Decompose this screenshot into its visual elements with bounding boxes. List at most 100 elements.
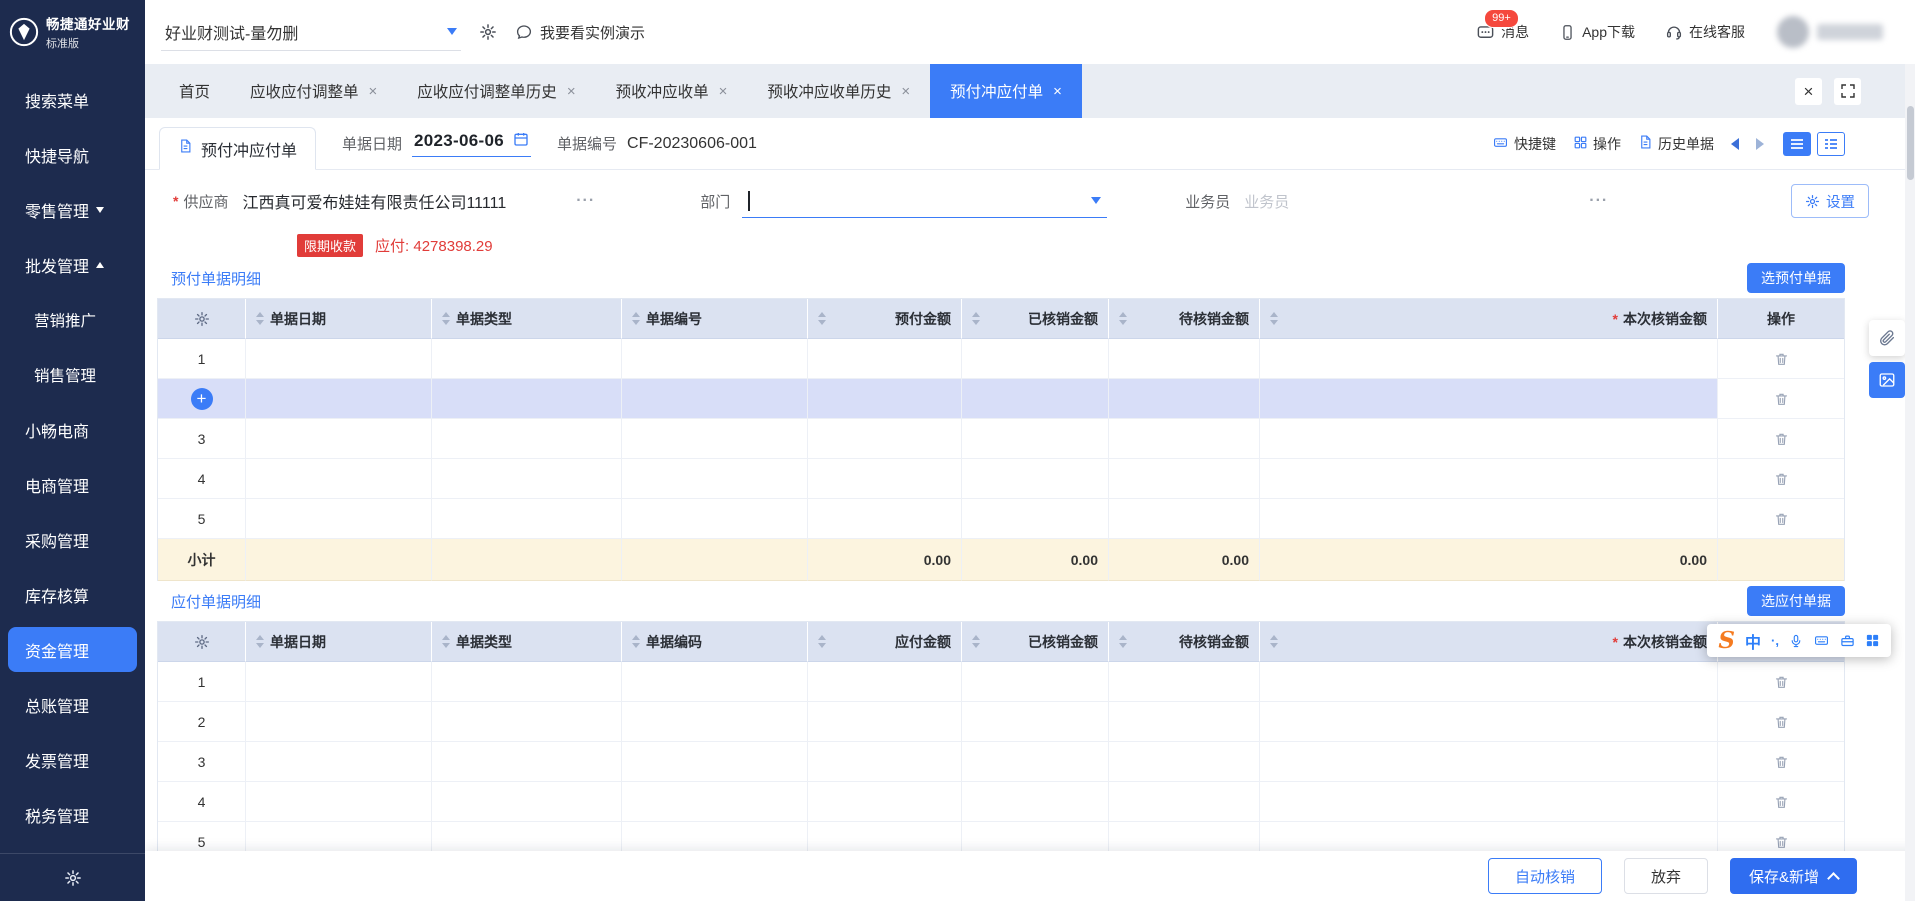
empty-cell[interactable]	[432, 379, 622, 419]
operations-button[interactable]: 操作	[1573, 134, 1621, 154]
messages-button[interactable]: 99+ 消息	[1476, 9, 1529, 42]
sort-icon[interactable]	[256, 635, 264, 648]
department-input[interactable]	[742, 184, 1108, 218]
tab-0[interactable]: 首页	[159, 64, 230, 118]
tab-3[interactable]: 预收冲应收单 ×	[596, 64, 748, 118]
settings-button[interactable]: 设置	[1791, 184, 1869, 218]
empty-cell[interactable]	[246, 459, 432, 499]
empty-cell[interactable]	[432, 782, 622, 822]
sort-icon[interactable]	[632, 312, 640, 325]
empty-cell[interactable]	[962, 419, 1109, 459]
tab-1[interactable]: 应收应付调整单 ×	[230, 64, 397, 118]
ime-toolbox-icon[interactable]	[1840, 633, 1855, 648]
empty-cell[interactable]	[1109, 379, 1260, 419]
sogou-logo-icon[interactable]: S	[1718, 629, 1735, 652]
empty-cell[interactable]	[1109, 782, 1260, 822]
sidebar-item-13[interactable]: 税务管理	[0, 787, 145, 842]
image-attachment-button[interactable]	[1869, 362, 1905, 398]
empty-cell[interactable]	[432, 662, 622, 702]
tab-5[interactable]: 预付冲应付单 ×	[930, 64, 1082, 118]
sidebar-item-4[interactable]: 营销推广	[0, 292, 145, 347]
auto-writeoff-button[interactable]: 自动核销	[1487, 858, 1602, 894]
salesman-input[interactable]: 业务员	[1244, 191, 1289, 212]
empty-cell[interactable]	[622, 419, 808, 459]
sidebar-item-8[interactable]: 采购管理	[0, 512, 145, 567]
vertical-scrollbar[interactable]	[1905, 64, 1915, 901]
empty-cell[interactable]	[1260, 662, 1718, 702]
sort-icon[interactable]	[1270, 312, 1278, 325]
department-chevron-down-icon[interactable]	[1091, 197, 1102, 204]
column-header[interactable]: 已核销金额	[962, 299, 1109, 339]
column-settings-gear-icon[interactable]	[158, 299, 246, 339]
column-header[interactable]: 单据编码	[622, 622, 808, 662]
empty-cell[interactable]	[808, 742, 962, 782]
empty-cell[interactable]	[808, 702, 962, 742]
delete-row-icon[interactable]	[1774, 431, 1789, 447]
empty-cell[interactable]	[246, 742, 432, 782]
delete-row-icon[interactable]	[1774, 754, 1789, 770]
sort-icon[interactable]	[632, 635, 640, 648]
tab-close-icon[interactable]: ×	[567, 84, 576, 99]
ime-toolbar[interactable]: S 中 ·,	[1707, 624, 1891, 657]
empty-cell[interactable]	[962, 662, 1109, 702]
empty-cell[interactable]	[1109, 742, 1260, 782]
empty-cell[interactable]	[1109, 459, 1260, 499]
column-header[interactable]: 单据类型	[432, 622, 622, 662]
sidebar-item-6[interactable]: 小畅电商	[0, 402, 145, 457]
ime-keyboard-icon[interactable]	[1813, 633, 1830, 648]
demo-link[interactable]: 我要看实例演示	[515, 22, 645, 43]
empty-cell[interactable]	[962, 782, 1109, 822]
empty-cell[interactable]	[246, 702, 432, 742]
supplier-more-icon[interactable]: ···	[576, 193, 595, 209]
sort-icon[interactable]	[442, 635, 450, 648]
empty-cell[interactable]	[1260, 419, 1718, 459]
shortcut-keys-button[interactable]: 快捷键	[1492, 134, 1556, 154]
discard-button[interactable]: 放弃	[1623, 858, 1708, 894]
sidebar-item-3[interactable]: 批发管理	[0, 237, 145, 292]
empty-cell[interactable]	[1109, 702, 1260, 742]
supplier-value[interactable]: 江西真可爱布娃娃有限责任公司11111	[242, 189, 506, 213]
select-prepay-docs-button[interactable]: 选预付单据	[1747, 263, 1845, 293]
empty-cell[interactable]	[1109, 339, 1260, 379]
empty-cell[interactable]	[622, 499, 808, 539]
empty-cell[interactable]	[246, 419, 432, 459]
delete-row-icon[interactable]	[1774, 834, 1789, 850]
tab-close-icon[interactable]: ×	[369, 84, 378, 99]
tab-close-icon[interactable]: ×	[901, 84, 910, 99]
empty-cell[interactable]	[1109, 419, 1260, 459]
column-header[interactable]: 单据日期	[246, 299, 432, 339]
empty-cell[interactable]	[622, 782, 808, 822]
empty-cell[interactable]	[808, 339, 962, 379]
sidebar-item-5[interactable]: 销售管理	[0, 347, 145, 402]
empty-cell[interactable]	[1109, 499, 1260, 539]
tab-2[interactable]: 应收应付调整单历史 ×	[397, 64, 595, 118]
column-header[interactable]: 待核销金额	[1109, 622, 1260, 662]
sort-icon[interactable]	[1119, 635, 1127, 648]
org-selector[interactable]: 好业财测试-量勿删	[161, 13, 461, 51]
column-header[interactable]: * 本次核销金额	[1260, 299, 1718, 339]
close-all-tabs-icon[interactable]: ×	[1795, 77, 1822, 105]
delete-row-icon[interactable]	[1774, 471, 1789, 487]
empty-cell[interactable]	[962, 742, 1109, 782]
delete-row-icon[interactable]	[1774, 794, 1789, 810]
fullscreen-icon[interactable]	[1834, 77, 1861, 105]
empty-cell[interactable]	[1260, 742, 1718, 782]
column-settings-gear-icon[interactable]	[158, 622, 246, 662]
sidebar-settings-gear-icon[interactable]	[64, 869, 82, 887]
empty-cell[interactable]	[246, 339, 432, 379]
select-payable-docs-button[interactable]: 选应付单据	[1747, 586, 1845, 616]
empty-cell[interactable]	[1260, 459, 1718, 499]
empty-cell[interactable]	[432, 742, 622, 782]
empty-cell[interactable]	[622, 702, 808, 742]
calendar-icon[interactable]	[513, 131, 529, 150]
tab-close-icon[interactable]: ×	[1053, 84, 1062, 99]
next-doc-arrow-icon[interactable]	[1756, 137, 1764, 150]
add-row-button[interactable]: +	[190, 387, 213, 410]
sidebar-item-9[interactable]: 库存核算	[0, 567, 145, 622]
column-header[interactable]: 单据日期	[246, 622, 432, 662]
delete-row-icon[interactable]	[1774, 391, 1789, 407]
ime-mic-icon[interactable]	[1789, 633, 1803, 649]
sort-icon[interactable]	[1270, 635, 1278, 648]
attachment-button[interactable]	[1869, 320, 1905, 356]
sidebar-item-0[interactable]: 搜索菜单	[0, 72, 145, 127]
